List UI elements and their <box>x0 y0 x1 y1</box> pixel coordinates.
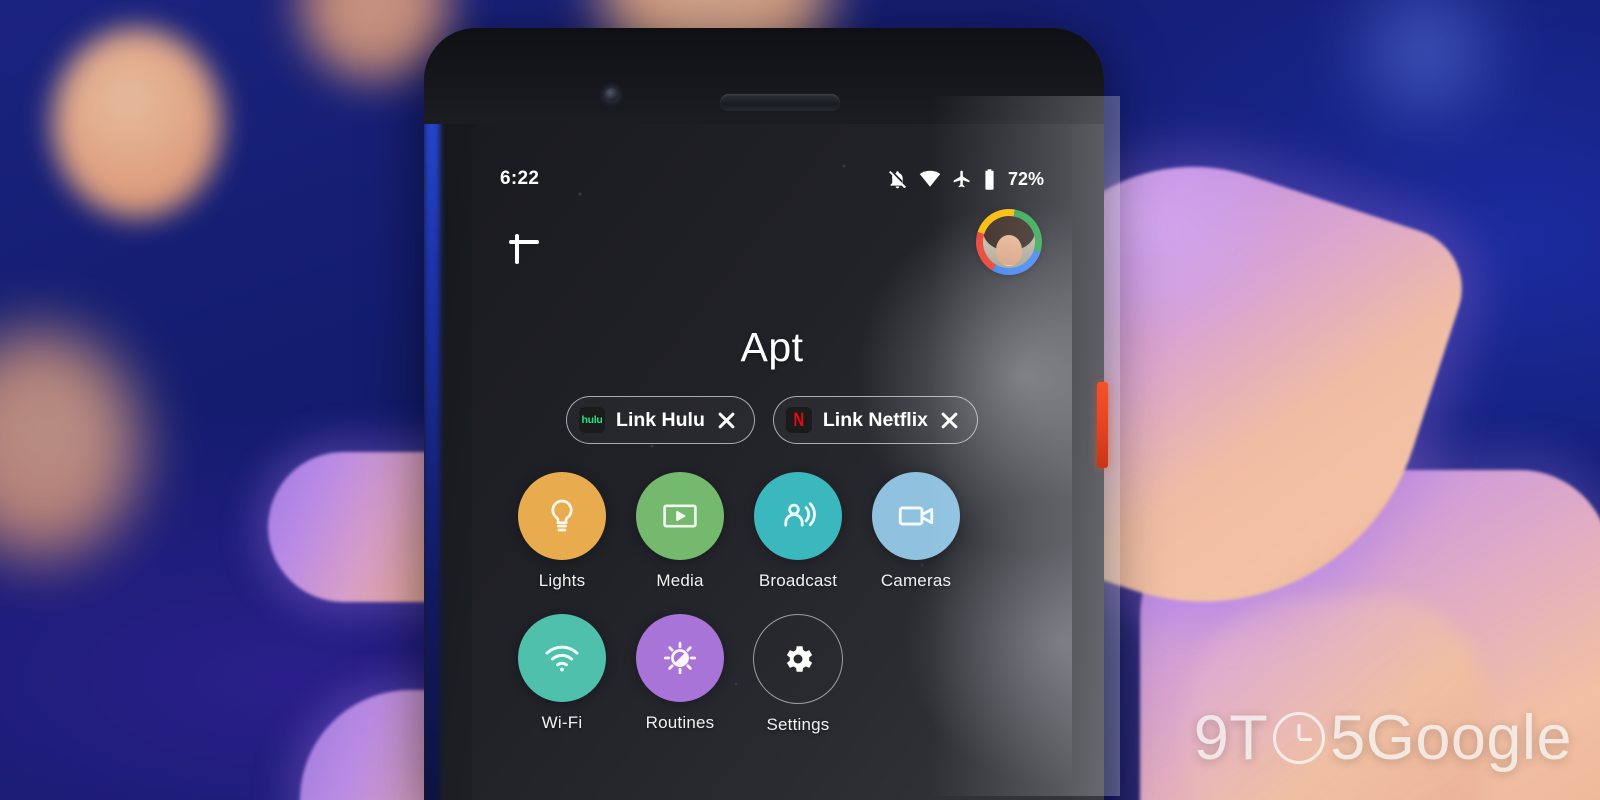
shortcut-grid: Lights Media Broadcast Cameras Wi-Fi Rou… <box>472 472 1072 758</box>
lights-tile-circle <box>518 472 606 560</box>
close-icon[interactable] <box>939 410 960 431</box>
close-icon[interactable] <box>716 410 737 431</box>
screenshot-stage: 6:22 72% Apt hulu Link Hulu N Link Netfl… <box>0 0 1600 800</box>
shortcut-wifi[interactable]: Wi-Fi <box>514 614 610 735</box>
hulu-logo-text: hulu <box>581 414 603 426</box>
link-hulu-label: Link Hulu <box>616 408 705 431</box>
link-hulu-chip[interactable]: hulu Link Hulu <box>566 396 755 444</box>
add-device-button[interactable] <box>502 220 546 264</box>
account-avatar[interactable] <box>976 209 1042 275</box>
link-netflix-label: Link Netflix <box>822 408 928 431</box>
shortcut-media[interactable]: Media <box>632 472 728 591</box>
wifi-tile-circle <box>518 614 606 702</box>
shortcut-row-1: Lights Media Broadcast Cameras <box>514 472 1030 591</box>
shortcut-label: Routines <box>645 713 715 732</box>
status-bar: 6:22 72% <box>472 168 1072 190</box>
page-title: Apt <box>740 324 804 370</box>
link-netflix-chip[interactable]: N Link Netflix <box>772 396 978 444</box>
wifi-icon <box>919 170 941 188</box>
status-icons: 72% <box>887 169 1044 190</box>
broadcast-tile-circle <box>754 472 842 560</box>
shortcut-label: Lights <box>538 571 586 590</box>
shortcut-routines[interactable]: Routines <box>632 614 728 735</box>
avatar-photo <box>983 216 1035 268</box>
shortcut-label: Media <box>656 571 704 590</box>
shortcut-label: Broadcast <box>758 571 838 590</box>
watermark: 9T 5Google <box>1194 702 1572 774</box>
watermark-prefix: 9T <box>1193 703 1269 773</box>
status-time: 6:22 <box>500 168 540 189</box>
airplane-mode-icon <box>952 169 972 189</box>
shortcut-broadcast[interactable]: Broadcast <box>750 472 846 591</box>
hulu-logo-icon: hulu <box>579 407 606 433</box>
shortcut-row-2: Wi-Fi Routines Settings <box>514 614 1030 735</box>
clock-icon <box>1273 712 1326 764</box>
power-button[interactable] <box>1097 382 1108 468</box>
battery-icon <box>983 168 996 190</box>
front-camera-icon <box>605 88 618 101</box>
shortcut-label: Cameras <box>880 571 952 590</box>
routines-tile-circle <box>636 614 724 702</box>
settings-tile-circle <box>753 614 843 704</box>
netflix-logo-text: N <box>793 409 805 431</box>
shortcut-label: Wi-Fi <box>541 713 583 732</box>
notifications-off-icon <box>887 169 908 190</box>
netflix-logo-icon: N <box>785 407 812 433</box>
top-action-bar <box>472 209 1072 275</box>
battery-percent: 72% <box>1007 168 1044 189</box>
shortcut-label: Settings <box>766 715 830 734</box>
earpiece-speaker <box>720 94 840 111</box>
phone-screen: 6:22 72% Apt hulu Link Hulu N Link Netfl… <box>472 124 1072 800</box>
shortcut-lights[interactable]: Lights <box>514 472 610 591</box>
media-tile-circle <box>636 472 724 560</box>
shortcut-cameras[interactable]: Cameras <box>868 472 964 591</box>
link-service-chips: hulu Link Hulu N Link Netflix <box>472 396 1072 444</box>
cameras-tile-circle <box>872 472 960 560</box>
shortcut-settings[interactable]: Settings <box>750 614 846 735</box>
bokeh-light <box>52 28 222 218</box>
watermark-suffix: 5Google <box>1330 703 1572 773</box>
phone-edge-reflection <box>424 28 440 800</box>
phone-device: 6:22 72% Apt hulu Link Hulu N Link Netfl… <box>424 28 1104 800</box>
